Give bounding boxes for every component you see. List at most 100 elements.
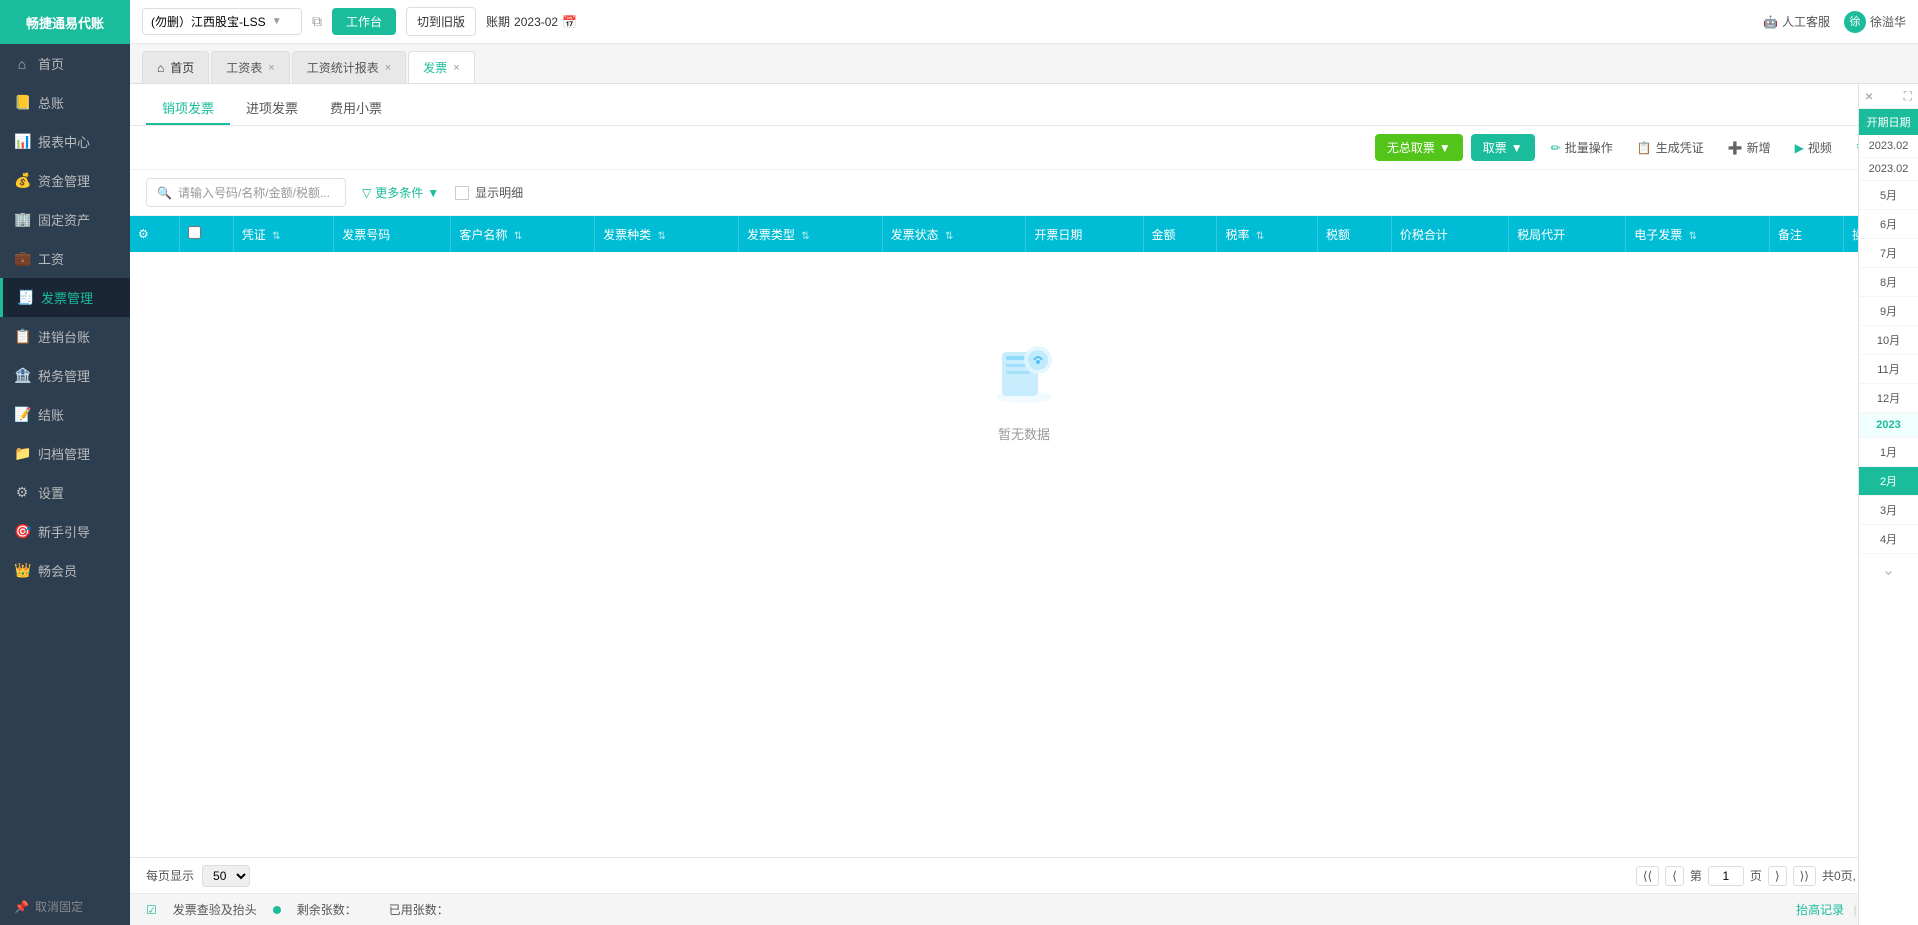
sidebar-item-archive-label: 归档管理: [38, 444, 90, 463]
open-period-btn[interactable]: 开期日期: [1859, 109, 1918, 135]
tab-salary-report[interactable]: 工资统计报表 ×: [292, 51, 406, 83]
sub-tab-expense-receipt[interactable]: 费用小票: [314, 92, 398, 125]
col-invoice-type: 发票种类 ⇅: [595, 216, 739, 252]
last-page-button[interactable]: ⟩⟩: [1793, 866, 1816, 886]
main-area: (勿删）江西股宝-LSS ▼ ⧉ 工作台 切到旧版 账期 2023-02 📅 🤖…: [130, 0, 1918, 925]
select-all-checkbox[interactable]: [188, 226, 201, 239]
scroll-down-icon[interactable]: ⌄: [1859, 554, 1918, 586]
sidebar-bottom-pin[interactable]: 📌 取消固定: [0, 888, 130, 925]
maximize-icon[interactable]: ⛶: [1904, 89, 1912, 104]
prev-page-button[interactable]: ⟨: [1665, 866, 1684, 886]
date-item-3[interactable]: 3月: [1859, 496, 1918, 525]
customer-sort-icon[interactable]: ⇅: [514, 231, 522, 242]
tab-salary[interactable]: 工资表 ×: [211, 51, 289, 83]
sidebar-item-settings[interactable]: ⚙ 设置: [0, 473, 130, 512]
invoice-tab-close[interactable]: ×: [453, 62, 459, 74]
period-calendar-icon[interactable]: 📅: [562, 15, 577, 29]
page-number-input[interactable]: [1708, 866, 1744, 886]
sidebar-item-invoice-label: 发票管理: [41, 288, 93, 307]
date-item-2023-02-2[interactable]: 2023.02: [1859, 158, 1918, 181]
toolbar-actions: 无总取票 ▼ 取票 ▼ ✏ 批量操作 📋 生成凭证: [1375, 134, 1902, 161]
sidebar-item-close[interactable]: 📝 结账: [0, 395, 130, 434]
switch-version-button[interactable]: 切到旧版: [406, 7, 476, 36]
video-action[interactable]: ▶ 视频: [1787, 135, 1840, 160]
user-item[interactable]: 徐 徐溢华: [1844, 11, 1906, 33]
pin-icon: 📌: [14, 900, 29, 914]
sidebar-item-sales[interactable]: 📋 进销台账: [0, 317, 130, 356]
salary-report-tab-close[interactable]: ×: [385, 62, 391, 74]
invoice-category-sort-icon[interactable]: ⇅: [801, 231, 809, 242]
tab-home[interactable]: ⌂ 首页: [142, 51, 209, 83]
close-panel-icon[interactable]: ×: [1865, 88, 1873, 104]
sidebar-item-reports[interactable]: 📊 报表中心: [0, 122, 130, 161]
company-selector[interactable]: (勿删）江西股宝-LSS ▼: [142, 8, 302, 35]
new-action[interactable]: ➕ 新增: [1720, 135, 1779, 160]
no-ticket-button[interactable]: 无总取票 ▼: [1375, 134, 1463, 161]
date-item-8[interactable]: 8月: [1859, 268, 1918, 297]
header-right: 🤖 人工客服 徐 徐溢华: [1763, 11, 1906, 33]
new-icon: ➕: [1728, 141, 1743, 155]
home-icon: ⌂: [14, 56, 30, 72]
date-item-12[interactable]: 12月: [1859, 384, 1918, 413]
copy-icon[interactable]: ⧉: [312, 13, 322, 30]
date-item-2-current[interactable]: 2月: [1859, 467, 1918, 496]
sidebar-item-guide[interactable]: 🎯 新手引导: [0, 512, 130, 551]
sub-tab-sales-invoice[interactable]: 销项发票: [146, 92, 230, 125]
date-item-2023-02-top[interactable]: 2023.02: [1859, 135, 1918, 158]
sidebar-item-ledger[interactable]: 📒 总账: [0, 83, 130, 122]
col-customer: 客户名称 ⇅: [451, 216, 595, 252]
next-page-button[interactable]: ⟩: [1768, 866, 1787, 886]
sub-tab-purchase-invoice[interactable]: 进项发票: [230, 92, 314, 125]
close-books-icon: 📝: [14, 406, 30, 423]
electronic-sort-icon[interactable]: ⇅: [1689, 231, 1697, 242]
filter-bar: 🔍 请输入号码/名称/金额/税额... ▽ 更多条件 ▼ 显示明细: [130, 170, 1918, 216]
date-item-9[interactable]: 9月: [1859, 297, 1918, 326]
date-item-11[interactable]: 11月: [1859, 355, 1918, 384]
tab-invoice[interactable]: 发票 ×: [408, 51, 474, 83]
voucher-sort-icon[interactable]: ⇅: [272, 231, 280, 242]
sidebar-item-guide-label: 新手引导: [38, 522, 90, 541]
history-link[interactable]: 抬高记录: [1796, 903, 1844, 917]
sidebar-item-archive[interactable]: 📁 归档管理: [0, 434, 130, 473]
batch-op-action[interactable]: ✏ 批量操作: [1543, 135, 1621, 160]
salary-tab-close[interactable]: ×: [268, 62, 274, 74]
content-wrapper: 销项发票 进项发票 费用小票 ⊞ 无总取票 ▼ 取票 ▼: [130, 84, 1918, 925]
tax-rate-sort-icon[interactable]: ⇅: [1256, 231, 1264, 242]
col-voucher: 凭证 ⇅: [233, 216, 333, 252]
sidebar-item-assets-label: 固定资产: [38, 210, 90, 229]
sidebar-item-salary[interactable]: 💼 工资: [0, 239, 130, 278]
invoice-status-sort-icon[interactable]: ⇅: [945, 231, 953, 242]
toolbar: 无总取票 ▼ 取票 ▼ ✏ 批量操作 📋 生成凭证: [130, 126, 1918, 170]
table-header-row: ⚙ 凭证 ⇅ 发票号码 客户名称 ⇅ 发票种类 ⇅ 发票类型 ⇅ 发票状态 ⇅ …: [130, 216, 1918, 252]
sidebar-item-invoice[interactable]: 🧾 发票管理: [0, 278, 130, 317]
sidebar-item-assets[interactable]: 🏢 固定资产: [0, 200, 130, 239]
sidebar-bottom-label: 取消固定: [35, 898, 83, 915]
member-icon: 👑: [14, 562, 30, 579]
date-item-4[interactable]: 4月: [1859, 525, 1918, 554]
ai-service-label: 人工客服: [1782, 13, 1830, 30]
date-item-5[interactable]: 5月: [1859, 181, 1918, 210]
invoice-type-sort-icon[interactable]: ⇅: [657, 231, 665, 242]
sidebar-item-funds[interactable]: 💰 资金管理: [0, 161, 130, 200]
date-item-7[interactable]: 7月: [1859, 239, 1918, 268]
ticket-button[interactable]: 取票 ▼: [1471, 134, 1535, 161]
first-page-button[interactable]: ⟨⟨: [1636, 866, 1659, 886]
col-checkbox[interactable]: [179, 216, 233, 252]
funds-icon: 💰: [14, 172, 30, 189]
search-input-wrapper[interactable]: 🔍 请输入号码/名称/金额/税额...: [146, 178, 346, 207]
col-settings[interactable]: ⚙: [130, 216, 179, 252]
gen-voucher-action[interactable]: 📋 生成凭证: [1629, 135, 1712, 160]
show-detail-filter[interactable]: 显示明细: [455, 184, 523, 201]
show-detail-checkbox[interactable]: [455, 186, 469, 200]
date-item-6[interactable]: 6月: [1859, 210, 1918, 239]
more-conditions-filter[interactable]: ▽ 更多条件 ▼: [362, 184, 439, 201]
sidebar-item-member[interactable]: 👑 畅会员: [0, 551, 130, 590]
right-date-panel: × ⛶ 开期日期 2023.02 2023.02 5月 6月 7月 8月 9月 …: [1858, 84, 1918, 925]
ai-service-item[interactable]: 🤖 人工客服: [1763, 13, 1830, 30]
date-item-1[interactable]: 1月: [1859, 438, 1918, 467]
workspace-button[interactable]: 工作台: [332, 8, 396, 35]
date-item-10[interactable]: 10月: [1859, 326, 1918, 355]
sidebar-item-tax[interactable]: 🏦 税务管理: [0, 356, 130, 395]
per-page-select[interactable]: 50: [202, 865, 250, 887]
sidebar-item-home[interactable]: ⌂ 首页: [0, 44, 130, 83]
